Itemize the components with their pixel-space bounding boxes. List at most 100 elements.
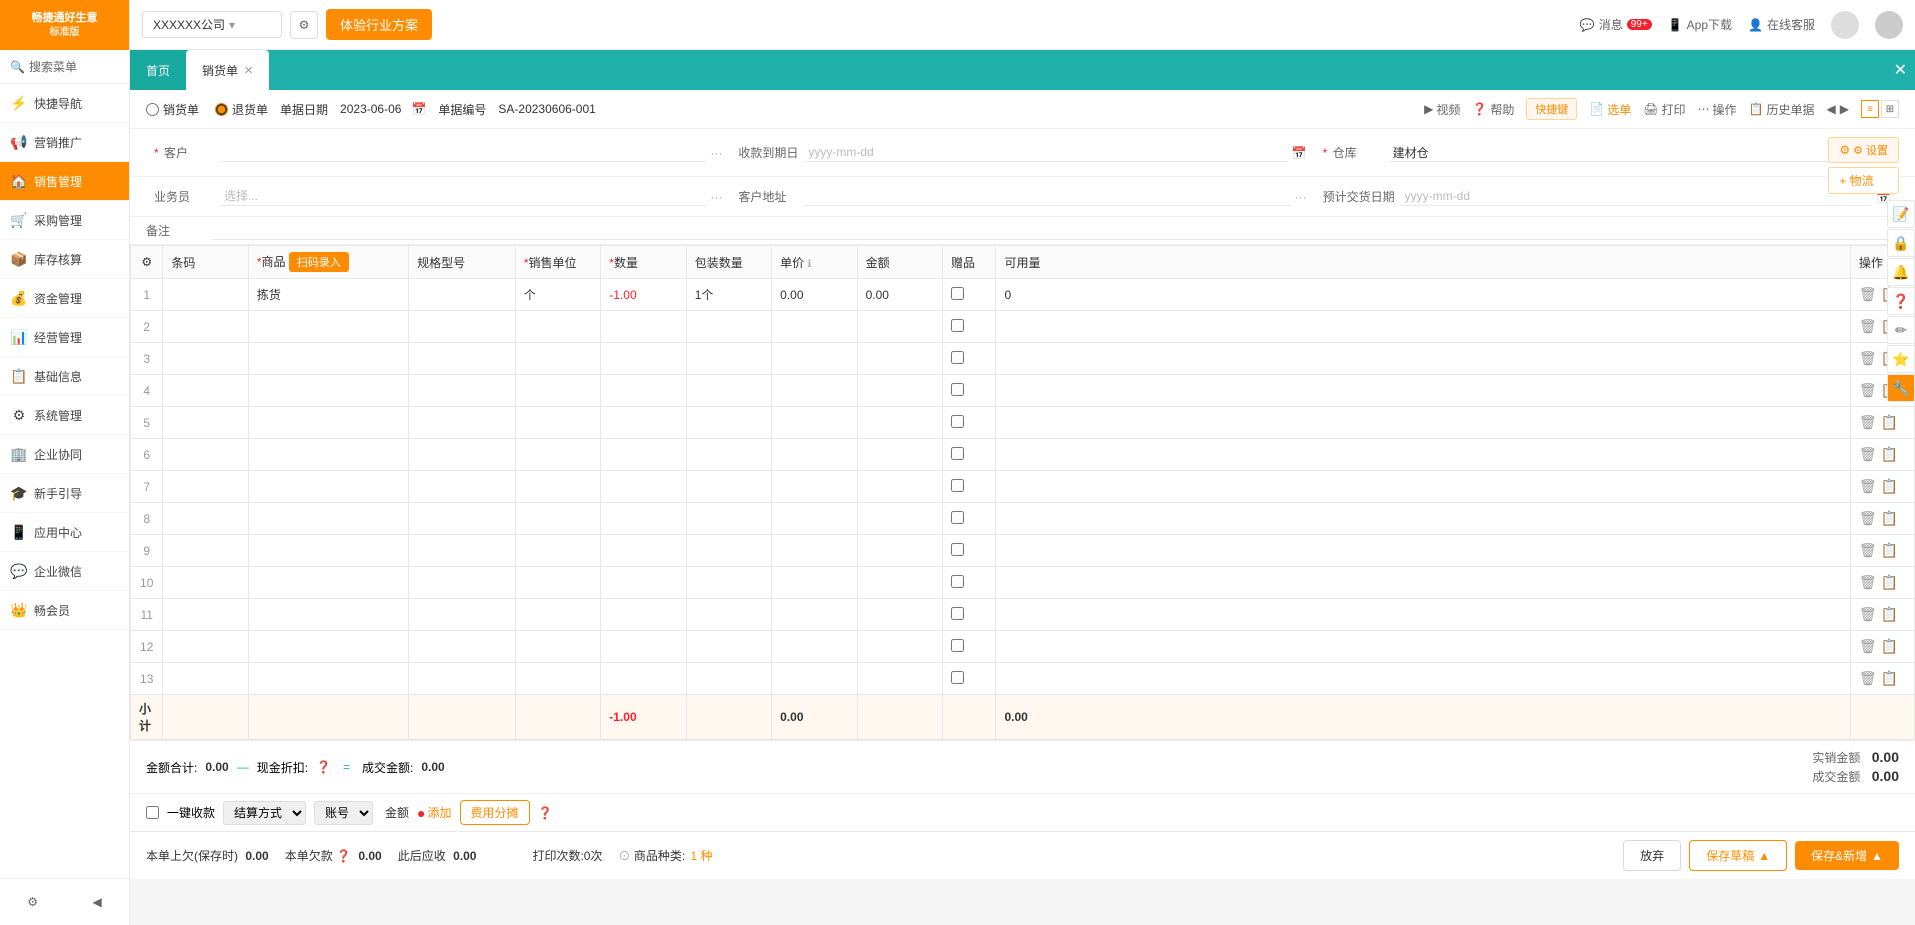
- delete-icon-13[interactable]: 🗑: [1859, 670, 1877, 687]
- layout-list-icon[interactable]: ≡: [1861, 100, 1879, 118]
- due-date-calendar-icon[interactable]: 📅: [1292, 146, 1307, 160]
- add-payment-btn[interactable]: ● 添加: [417, 804, 451, 821]
- product-types-icon[interactable]: ⊙: [618, 849, 630, 863]
- gift-checkbox-5[interactable]: [951, 415, 964, 428]
- gift-checkbox-12[interactable]: [951, 639, 964, 652]
- shortcut-btn[interactable]: 快捷键: [1526, 98, 1577, 120]
- save-new-button[interactable]: 保存&新增 ▲: [1795, 841, 1899, 870]
- sidebar-item-enterprise[interactable]: 🏢 企业协同: [0, 435, 129, 474]
- right-panel-star-icon[interactable]: ⭐: [1887, 345, 1915, 373]
- copy-icon-5[interactable]: 📋: [1881, 414, 1898, 431]
- gift-checkbox-8[interactable]: [951, 511, 964, 524]
- customer-address-input[interactable]: [804, 187, 1290, 206]
- scan-btn[interactable]: 扫码录入: [289, 252, 349, 272]
- delete-icon-10[interactable]: 🗑: [1859, 574, 1877, 591]
- col-settings-header[interactable]: ⚙: [131, 246, 163, 279]
- gift-checkbox-10[interactable]: [951, 575, 964, 588]
- copy-icon-10[interactable]: 📋: [1881, 574, 1898, 591]
- salesperson-more-icon[interactable]: ···: [710, 190, 722, 204]
- right-panel-lock-icon[interactable]: 🔒: [1887, 229, 1915, 257]
- expense-help-icon[interactable]: ❓: [538, 806, 553, 820]
- action-history[interactable]: 📋 历史单据: [1749, 101, 1815, 118]
- sidebar-item-member[interactable]: 👑 畅会员: [0, 591, 129, 630]
- sidebar-item-inventory[interactable]: 📦 库存核算: [0, 240, 129, 279]
- nav-next-icon[interactable]: ▶: [1840, 102, 1849, 116]
- due-date-input[interactable]: [804, 143, 1287, 162]
- expense-split-btn[interactable]: 费用分摊: [460, 800, 530, 825]
- radio-return-order[interactable]: 退货单: [215, 101, 268, 118]
- online-service-btn[interactable]: 👤 在线客服: [1748, 16, 1815, 33]
- radio-sales-input[interactable]: [146, 103, 159, 116]
- sidebar-item-wechat[interactable]: 💬 企业微信: [0, 552, 129, 591]
- account-select[interactable]: 账号: [314, 801, 373, 825]
- sidebar-item-quick-nav[interactable]: ⚡ 快捷导航: [0, 84, 129, 123]
- delete-icon-6[interactable]: 🗑: [1859, 446, 1877, 463]
- notes-input[interactable]: [212, 221, 1899, 240]
- row-barcode-1[interactable]: [163, 279, 248, 311]
- logistics-button[interactable]: + 物流: [1828, 167, 1899, 194]
- action-select[interactable]: 📄 选单: [1589, 101, 1631, 118]
- app-download-btn[interactable]: 📱 App下载: [1668, 16, 1732, 33]
- delete-icon-4[interactable]: 🗑: [1859, 382, 1877, 399]
- action-print[interactable]: 🖨 打印: [1643, 101, 1685, 118]
- sidebar-item-marketing[interactable]: 📢 营销推广: [0, 123, 129, 162]
- user-avatar2[interactable]: [1875, 11, 1903, 39]
- gift-checkbox-3[interactable]: [951, 351, 964, 364]
- radio-return-input[interactable]: [215, 103, 228, 116]
- copy-icon-7[interactable]: 📋: [1881, 478, 1898, 495]
- discard-button[interactable]: 放弃: [1623, 840, 1681, 871]
- right-panel-help-icon[interactable]: ❓: [1887, 287, 1915, 315]
- message-btn[interactable]: 💬 消息 99+: [1580, 16, 1652, 33]
- row-gift-1[interactable]: [943, 279, 996, 311]
- company-selector[interactable]: XXXXXX公司 ▾: [142, 11, 282, 38]
- help-icon2[interactable]: ❓: [336, 849, 351, 863]
- right-panel-note-icon[interactable]: 📝: [1887, 200, 1915, 228]
- right-panel-edit-icon[interactable]: ✏: [1887, 316, 1915, 344]
- customer-input[interactable]: [220, 143, 706, 162]
- copy-icon-11[interactable]: 📋: [1881, 606, 1898, 623]
- sidebar-item-purchase[interactable]: 🛒 采购管理: [0, 201, 129, 240]
- header-gear-btn[interactable]: ⚙: [290, 11, 318, 39]
- customer-address-more-icon[interactable]: ···: [1295, 190, 1307, 204]
- radio-sales-order[interactable]: 销货单: [146, 101, 199, 118]
- action-video[interactable]: ▶ 视频: [1424, 101, 1460, 118]
- layout-grid-icon[interactable]: ⊞: [1881, 100, 1899, 118]
- tab-close-icon[interactable]: ✕: [244, 64, 253, 77]
- sidebar-item-operations[interactable]: 📊 经营管理: [0, 318, 129, 357]
- action-help[interactable]: ❓ 帮助: [1472, 101, 1514, 118]
- tab-home[interactable]: 首页: [130, 50, 186, 90]
- one-click-payment-checkbox[interactable]: [146, 806, 159, 819]
- copy-icon-8[interactable]: 📋: [1881, 510, 1898, 527]
- sidebar-search[interactable]: 🔍 搜索菜单: [0, 50, 129, 84]
- calendar-icon[interactable]: 📅: [411, 102, 426, 116]
- warehouse-input[interactable]: [1389, 143, 1875, 162]
- copy-icon-12[interactable]: 📋: [1881, 638, 1898, 655]
- delete-icon-1[interactable]: 🗑: [1859, 286, 1877, 303]
- settings-button[interactable]: ⚙ ⚙ 设置: [1828, 137, 1899, 163]
- gift-checkbox-9[interactable]: [951, 543, 964, 556]
- gift-checkbox-2[interactable]: [951, 319, 964, 332]
- copy-icon-9[interactable]: 📋: [1881, 542, 1898, 559]
- sidebar-item-sales[interactable]: 🏠 销售管理: [0, 162, 129, 201]
- right-panel-tool-icon[interactable]: 🔧: [1887, 374, 1915, 402]
- delete-icon-8[interactable]: 🗑: [1859, 510, 1877, 527]
- sidebar-item-basic-info[interactable]: 📋 基础信息: [0, 357, 129, 396]
- delete-icon-3[interactable]: 🗑: [1859, 350, 1877, 367]
- sidebar-collapse-btn[interactable]: ◀: [83, 887, 112, 917]
- delete-icon-7[interactable]: 🗑: [1859, 478, 1877, 495]
- sidebar-settings-btn[interactable]: ⚙: [17, 887, 48, 917]
- user-avatar[interactable]: [1831, 11, 1859, 39]
- gift-checkbox-13[interactable]: [951, 671, 964, 684]
- delete-icon-12[interactable]: 🗑: [1859, 638, 1877, 655]
- right-panel-bell-icon[interactable]: 🔔: [1887, 258, 1915, 286]
- gift-checkbox-7[interactable]: [951, 479, 964, 492]
- row-price-1[interactable]: 0.00: [772, 279, 857, 311]
- save-draft-button[interactable]: 保存草稿 ▲: [1689, 840, 1787, 871]
- sidebar-item-guide[interactable]: 🎓 新手引导: [0, 474, 129, 513]
- gift-checkbox-11[interactable]: [951, 607, 964, 620]
- sidebar-item-finance[interactable]: 💰 资金管理: [0, 279, 129, 318]
- delete-icon-9[interactable]: 🗑: [1859, 542, 1877, 559]
- delete-icon-11[interactable]: 🗑: [1859, 606, 1877, 623]
- help-circle-icon[interactable]: ❓: [316, 760, 331, 774]
- copy-icon-13[interactable]: 📋: [1881, 670, 1898, 687]
